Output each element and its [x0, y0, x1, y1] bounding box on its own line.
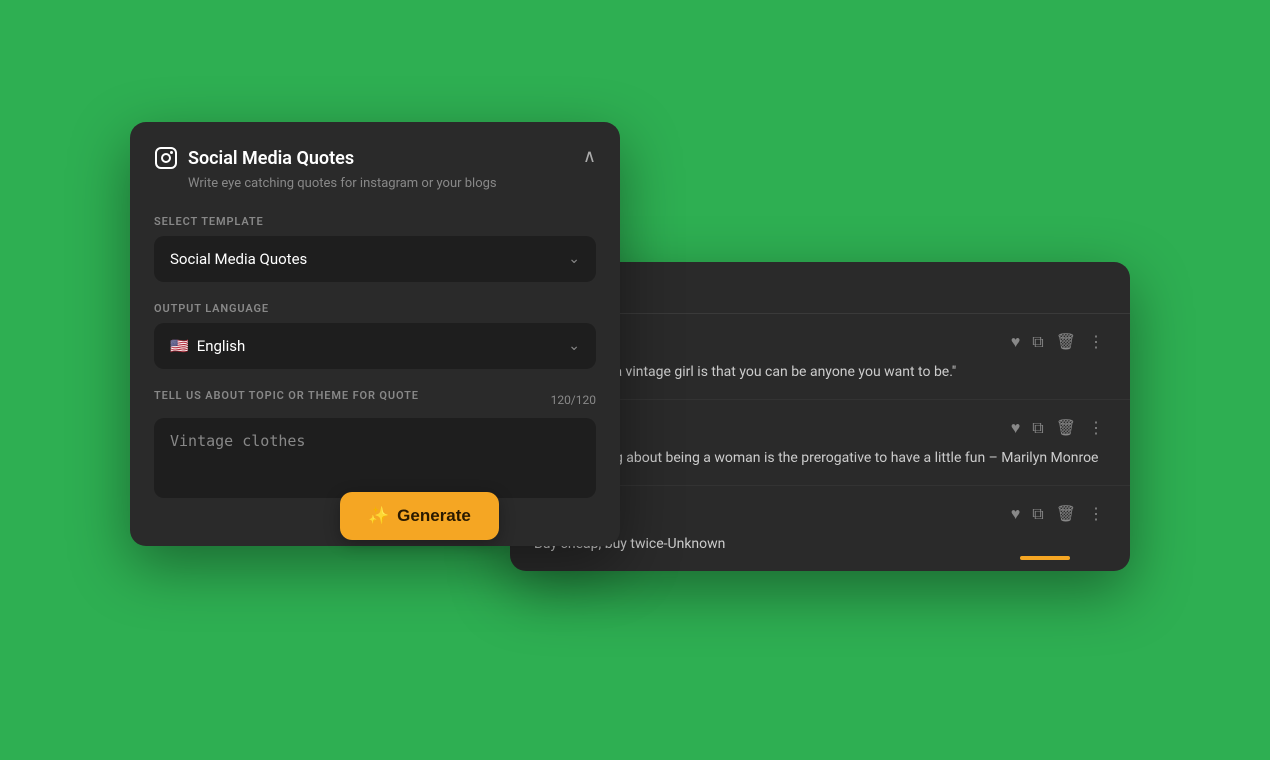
card-title: Social Media Quotes — [188, 148, 354, 169]
heart-icon[interactable]: ♥ — [1009, 502, 1023, 526]
card-title-row: Social Media Quotes — [154, 146, 354, 170]
copy-icon[interactable]: ⧉ — [1030, 416, 1045, 440]
language-select[interactable]: 🇺🇸 English ⌄ — [154, 323, 596, 369]
topic-label: TELL US ABOUT TOPIC OR THEME FOR QUOTE — [154, 389, 419, 402]
heart-icon[interactable]: ♥ — [1009, 330, 1023, 354]
collapse-icon[interactable]: ∧ — [583, 146, 596, 167]
more-icon[interactable]: ⋮ — [1086, 502, 1106, 526]
card-header: Social Media Quotes ∧ — [154, 146, 596, 170]
copy-icon[interactable]: ⧉ — [1030, 330, 1045, 354]
language-value: English — [197, 337, 246, 355]
accent-bar — [1020, 556, 1070, 560]
language-chevron-icon: ⌄ — [568, 338, 580, 354]
instagram-icon — [154, 146, 178, 170]
template-select[interactable]: Social Media Quotes ⌄ — [154, 236, 596, 282]
template-value: Social Media Quotes — [170, 250, 307, 268]
history-item-actions: ♥ ⧉ 🗑 ⋮ — [1009, 502, 1106, 526]
language-flag-row: 🇺🇸 English — [170, 337, 245, 355]
template-label: SELECT TEMPLATE — [154, 215, 596, 228]
left-card: Social Media Quotes ∧ Write eye catching… — [130, 122, 620, 546]
trash-icon[interactable]: 🗑 — [1054, 502, 1078, 526]
copy-icon[interactable]: ⧉ — [1030, 502, 1045, 526]
topic-textarea[interactable] — [154, 418, 596, 498]
language-label: OUTPUT LANGUAGE — [154, 302, 596, 315]
flag-icon: 🇺🇸 — [170, 337, 189, 355]
trash-icon[interactable]: 🗑 — [1054, 330, 1078, 354]
card-subtitle: Write eye catching quotes for instagram … — [154, 176, 596, 191]
generate-icon: ✨ — [368, 506, 389, 526]
history-item-text: Buy cheap, buy twice-Unknown — [534, 534, 1106, 555]
char-count: 120/120 — [551, 393, 596, 407]
trash-icon[interactable]: 🗑 — [1054, 416, 1078, 440]
more-icon[interactable]: ⋮ — [1086, 416, 1106, 440]
template-chevron-icon: ⌄ — [568, 251, 580, 267]
more-icon[interactable]: ⋮ — [1086, 330, 1106, 354]
heart-icon[interactable]: ♥ — [1009, 416, 1023, 440]
generate-button[interactable]: ✨ Generate — [340, 492, 499, 540]
topic-field-header: TELL US ABOUT TOPIC OR THEME FOR QUOTE 1… — [154, 389, 596, 410]
topic-field-group: TELL US ABOUT TOPIC OR THEME FOR QUOTE 1… — [154, 389, 596, 502]
generate-label: Generate — [397, 506, 471, 526]
